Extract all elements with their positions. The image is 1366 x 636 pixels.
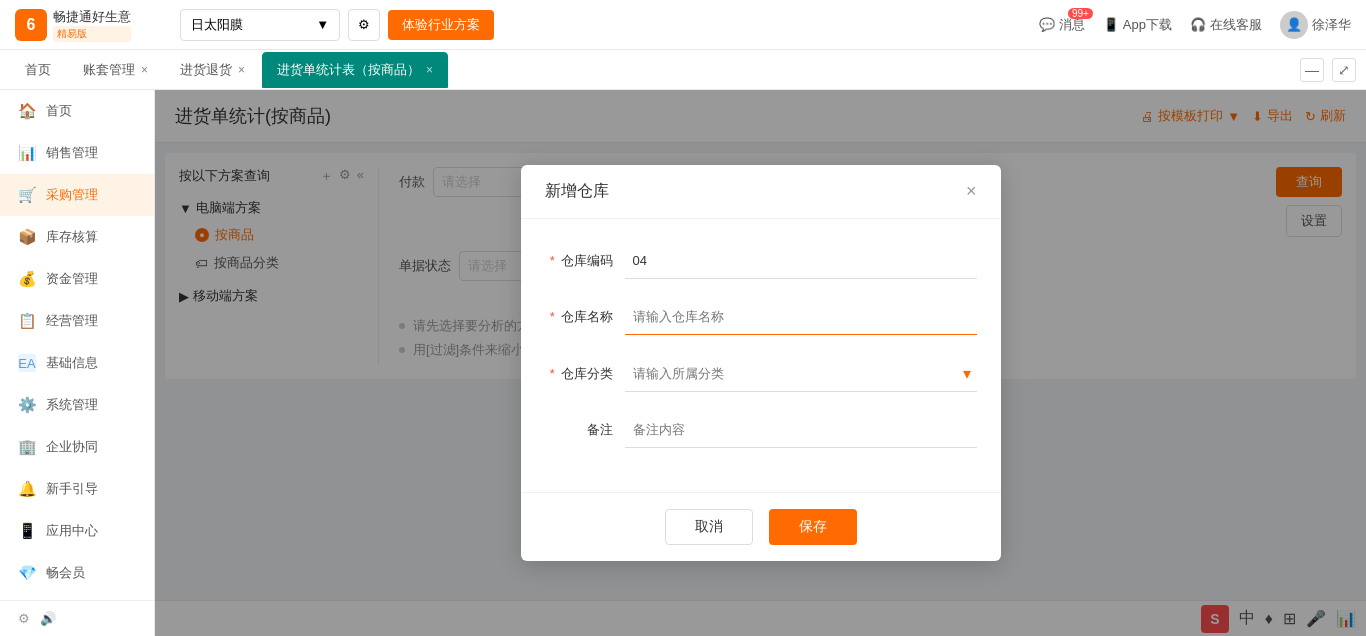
warehouse-name-row: * 仓库名称 bbox=[545, 299, 977, 335]
modal-title: 新增仓库 bbox=[545, 181, 609, 202]
tab-home[interactable]: 首页 bbox=[10, 52, 66, 88]
system-icon: ⚙️ bbox=[18, 396, 36, 414]
new-warehouse-modal: 新增仓库 × * 仓库编码 * bbox=[521, 165, 1001, 561]
member-icon: 💎 bbox=[18, 564, 36, 582]
warehouse-note-input[interactable] bbox=[625, 412, 977, 448]
warehouse-code-row: * 仓库编码 bbox=[545, 243, 977, 279]
tab-purchase-stats[interactable]: 进货单统计表（按商品） × bbox=[262, 52, 448, 88]
tab-bar: 首页 账套管理 × 进货退货 × 进货单统计表（按商品） × — ⤢ bbox=[0, 50, 1366, 90]
sidebar-item-guide[interactable]: 🔔 新手引导 bbox=[0, 468, 154, 510]
header-right: 💬 消息 99+ 📱 App下载 🎧 在线客服 👤 徐泽华 bbox=[1039, 11, 1351, 39]
warehouse-code-label: * 仓库编码 bbox=[545, 252, 625, 270]
enterprise-icon: 🏢 bbox=[18, 438, 36, 456]
modal-close-button[interactable]: × bbox=[966, 181, 977, 202]
message-icon: 💬 bbox=[1039, 17, 1055, 32]
warehouse-category-label: * 仓库分类 bbox=[545, 365, 625, 383]
basic-icon: EA bbox=[18, 354, 36, 372]
logo-text: 畅捷通好生意 精易版 bbox=[53, 8, 131, 42]
settings-icon[interactable]: ⚙ bbox=[18, 611, 30, 626]
sidebar-item-home[interactable]: 🏠 首页 bbox=[0, 90, 154, 132]
guide-icon: 🔔 bbox=[18, 480, 36, 498]
minimize-button[interactable]: — bbox=[1300, 58, 1324, 82]
search-select[interactable]: 日太阳膜 ▼ bbox=[180, 9, 340, 41]
modal-overlay: 新增仓库 × * 仓库编码 * bbox=[155, 90, 1366, 636]
sidebar-item-sales[interactable]: 📊 销售管理 bbox=[0, 132, 154, 174]
sales-icon: 📊 bbox=[18, 144, 36, 162]
search-area: 日太阳膜 ▼ ⚙ 体验行业方案 bbox=[180, 9, 494, 41]
tab-accounts[interactable]: 账套管理 × bbox=[68, 52, 163, 88]
maximize-button[interactable]: ⤢ bbox=[1332, 58, 1356, 82]
logo-badge: 精易版 bbox=[53, 26, 131, 42]
finance-icon: 💰 bbox=[18, 270, 36, 288]
messages-item[interactable]: 💬 消息 99+ bbox=[1039, 16, 1085, 34]
close-icon[interactable]: × bbox=[426, 63, 433, 77]
headset-icon: 🎧 bbox=[1190, 17, 1206, 32]
gear-button[interactable]: ⚙ bbox=[348, 9, 380, 41]
user-item[interactable]: 👤 徐泽华 bbox=[1280, 11, 1351, 39]
volume-icon[interactable]: 🔊 bbox=[40, 611, 56, 626]
phone-icon: 📱 bbox=[1103, 17, 1119, 32]
inventory-icon: 📦 bbox=[18, 228, 36, 246]
sidebar-bottom: ⚙ 🔊 bbox=[0, 600, 154, 636]
warehouse-note-label: 备注 bbox=[545, 421, 625, 439]
close-icon[interactable]: × bbox=[141, 63, 148, 77]
sidebar-item-member[interactable]: 💎 畅会员 bbox=[0, 552, 154, 594]
purchase-icon: 🛒 bbox=[18, 186, 36, 204]
sidebar-item-apps[interactable]: 📱 应用中心 bbox=[0, 510, 154, 552]
modal-header: 新增仓库 × bbox=[521, 165, 1001, 219]
chevron-down-icon: ▾ bbox=[957, 364, 977, 383]
message-badge: 99+ bbox=[1068, 8, 1093, 19]
chevron-down-icon: ▼ bbox=[316, 17, 329, 32]
sidebar-item-enterprise[interactable]: 🏢 企业协同 bbox=[0, 426, 154, 468]
close-icon[interactable]: × bbox=[238, 63, 245, 77]
save-button[interactable]: 保存 bbox=[769, 509, 857, 545]
apps-icon: 📱 bbox=[18, 522, 36, 540]
online-service-item[interactable]: 🎧 在线客服 bbox=[1190, 16, 1262, 34]
modal-footer: 取消 保存 bbox=[521, 492, 1001, 561]
top-header: 6 畅捷通好生意 精易版 日太阳膜 ▼ ⚙ 体验行业方案 💬 消息 99+ 📱 … bbox=[0, 0, 1366, 50]
warehouse-category-row: * 仓库分类 ▾ bbox=[545, 355, 977, 392]
logo-area: 6 畅捷通好生意 精易版 bbox=[15, 8, 170, 42]
sidebar-item-purchase[interactable]: 🛒 采购管理 bbox=[0, 174, 154, 216]
logo-icon: 6 bbox=[15, 9, 47, 41]
sidebar-item-system[interactable]: ⚙️ 系统管理 bbox=[0, 384, 154, 426]
sidebar-item-inventory[interactable]: 📦 库存核算 bbox=[0, 216, 154, 258]
warehouse-name-input[interactable] bbox=[625, 299, 977, 335]
sidebar-item-operations[interactable]: 📋 经营管理 bbox=[0, 300, 154, 342]
tab-actions: — ⤢ bbox=[1300, 58, 1356, 82]
page-content: 进货单统计(按商品) 🖨 按模板打印 ▼ ⬇ 导出 ↻ 刷新 bbox=[155, 90, 1366, 636]
tab-returns[interactable]: 进货退货 × bbox=[165, 52, 260, 88]
modal-body: * 仓库编码 * 仓库名称 bbox=[521, 219, 1001, 492]
warehouse-note-row: 备注 bbox=[545, 412, 977, 448]
warehouse-name-label: * 仓库名称 bbox=[545, 308, 625, 326]
cancel-button[interactable]: 取消 bbox=[665, 509, 753, 545]
sidebar-item-finance[interactable]: 💰 资金管理 bbox=[0, 258, 154, 300]
sidebar-item-basic[interactable]: EA 基础信息 bbox=[0, 342, 154, 384]
home-icon: 🏠 bbox=[18, 102, 36, 120]
experience-button[interactable]: 体验行业方案 bbox=[388, 10, 494, 40]
warehouse-code-input[interactable] bbox=[625, 243, 977, 279]
avatar: 👤 bbox=[1280, 11, 1308, 39]
app-download-item[interactable]: 📱 App下载 bbox=[1103, 16, 1172, 34]
sidebar: 🏠 首页 📊 销售管理 🛒 采购管理 📦 库存核算 💰 资金管理 📋 经营管理 … bbox=[0, 90, 155, 636]
main-layout: 🏠 首页 📊 销售管理 🛒 采购管理 📦 库存核算 💰 资金管理 📋 经营管理 … bbox=[0, 90, 1366, 636]
warehouse-category-input[interactable] bbox=[625, 355, 957, 391]
operations-icon: 📋 bbox=[18, 312, 36, 330]
warehouse-category-select[interactable]: ▾ bbox=[625, 355, 977, 392]
